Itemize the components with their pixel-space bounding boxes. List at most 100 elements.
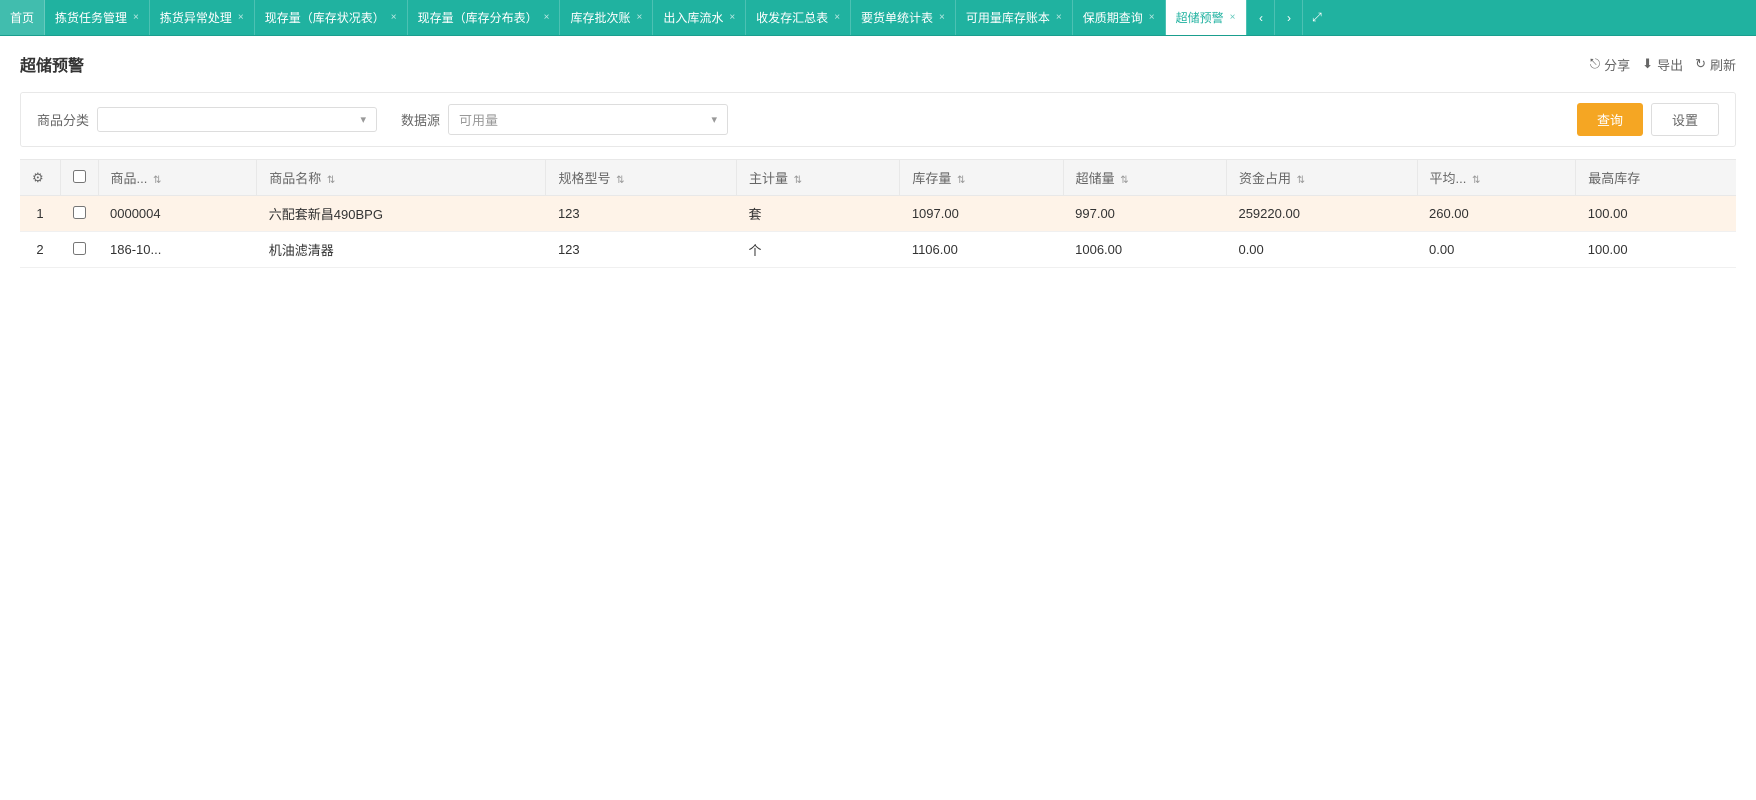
row-checkbox[interactable] [73, 206, 86, 219]
row-unit: 个 [736, 232, 899, 268]
close-icon[interactable]: × [729, 12, 735, 23]
row-overstock: 997.00 [1063, 196, 1226, 232]
close-icon[interactable]: × [1056, 12, 1062, 23]
col-product-name-label: 商品名称 [269, 171, 321, 186]
export-label: 导出 [1657, 55, 1683, 74]
nav-tab-home[interactable]: 首页 [0, 0, 45, 35]
nav-tab-order-stat[interactable]: 要货单统计表 × [851, 0, 956, 35]
sort-icon: ⇅ [957, 175, 965, 186]
nav-tab-task-mgmt[interactable]: 拣货任务管理 × [45, 0, 150, 35]
nav-tab-quality-label: 保质期查询 [1083, 9, 1143, 26]
col-checkbox-header[interactable] [60, 160, 98, 196]
nav-arrow-left[interactable]: ‹ [1246, 0, 1274, 35]
row-capital: 0.00 [1226, 232, 1417, 268]
nav-tab-available-label: 可用量库存账本 [966, 9, 1050, 26]
close-icon[interactable]: × [939, 12, 945, 23]
export-icon: ⬇ [1642, 56, 1653, 72]
col-product-name[interactable]: 商品名称 ⇅ [257, 160, 546, 196]
page-container: 超储预警 ⎋ 分享 ⬇ 导出 ↻ 刷新 商品分类 ▾ 数据源 [0, 36, 1756, 800]
sort-icon: ⇅ [616, 175, 624, 186]
category-label: 商品分类 [37, 110, 89, 129]
share-label: 分享 [1604, 55, 1630, 74]
col-max-stock-label: 最高库存 [1588, 171, 1640, 186]
row-stock: 1097.00 [900, 196, 1063, 232]
page-title: 超储预警 [20, 52, 84, 76]
row-checkbox[interactable] [73, 242, 86, 255]
nav-tab-available[interactable]: 可用量库存账本 × [956, 0, 1073, 35]
row-unit: 套 [736, 196, 899, 232]
close-icon[interactable]: × [544, 12, 550, 23]
nav-tab-collect-label: 收发存汇总表 [756, 9, 828, 26]
col-max-stock[interactable]: 最高库存 [1576, 160, 1736, 196]
nav-tab-quality[interactable]: 保质期查询 × [1073, 0, 1166, 35]
row-capital: 259220.00 [1226, 196, 1417, 232]
col-product-code-label: 商品... [111, 171, 148, 186]
nav-arrow-expand[interactable]: ⤢ [1302, 0, 1330, 35]
share-button[interactable]: ⎋ 分享 [1590, 55, 1630, 74]
nav-tab-overstock[interactable]: 超储预警 × [1166, 0, 1247, 35]
row-product-code: 186-10... [98, 232, 257, 268]
col-capital[interactable]: 资金占用 ⇅ [1226, 160, 1417, 196]
close-icon[interactable]: × [238, 12, 244, 23]
close-icon[interactable]: × [1230, 12, 1236, 23]
col-spec[interactable]: 规格型号 ⇅ [546, 160, 737, 196]
row-spec: 123 [546, 232, 737, 268]
category-select[interactable]: ▾ [97, 107, 377, 132]
col-stock[interactable]: 库存量 ⇅ [900, 160, 1063, 196]
col-overstock-label: 超储量 [1076, 171, 1115, 186]
nav-tab-stock-dist[interactable]: 现存量（库存分布表） × [408, 0, 561, 35]
top-nav: 首页 拣货任务管理 × 拣货异常处理 × 现存量（库存状况表） × 现存量（库存… [0, 0, 1756, 36]
close-icon[interactable]: × [1149, 12, 1155, 23]
refresh-label: 刷新 [1710, 55, 1736, 74]
col-capital-label: 资金占用 [1239, 171, 1291, 186]
close-icon[interactable]: × [636, 12, 642, 23]
row-max-stock: 100.00 [1576, 196, 1736, 232]
col-avg-label: 平均... [1430, 171, 1467, 186]
sort-icon: ⇅ [153, 175, 161, 186]
sort-icon: ⇅ [1472, 175, 1480, 186]
table-row: 1 0000004 六配套新昌490BPG 123 套 1097.00 997.… [20, 196, 1736, 232]
filter-datasource: 数据源 可用量 ▾ [401, 104, 728, 135]
data-table: ⚙ 商品... ⇅ 商品名称 ⇅ 规格型号 ⇅ 主计量 [20, 159, 1736, 268]
row-checkbox-cell[interactable] [60, 196, 98, 232]
table-row: 2 186-10... 机油滤清器 123 个 1106.00 1006.00 … [20, 232, 1736, 268]
nav-tab-abnormal-label: 拣货异常处理 [160, 9, 232, 26]
nav-tab-collect[interactable]: 收发存汇总表 × [746, 0, 851, 35]
gear-icon: ⚙ [32, 170, 44, 185]
share-icon: ⎋ [1590, 56, 1600, 72]
close-icon[interactable]: × [133, 12, 139, 23]
row-product-name: 机油滤清器 [257, 232, 546, 268]
row-max-stock: 100.00 [1576, 232, 1736, 268]
nav-arrow-right[interactable]: › [1274, 0, 1302, 35]
nav-tab-stock-dist-label: 现存量（库存分布表） [418, 9, 538, 26]
export-button[interactable]: ⬇ 导出 [1642, 55, 1683, 74]
table-header-row: ⚙ 商品... ⇅ 商品名称 ⇅ 规格型号 ⇅ 主计量 [20, 160, 1736, 196]
filter-actions: 查询 设置 [1577, 103, 1719, 136]
col-unit[interactable]: 主计量 ⇅ [736, 160, 899, 196]
datasource-select[interactable]: 可用量 ▾ [448, 104, 728, 135]
nav-tab-abnormal[interactable]: 拣货异常处理 × [150, 0, 255, 35]
close-icon[interactable]: × [834, 12, 840, 23]
nav-tab-stock-status-label: 现存量（库存状况表） [265, 9, 385, 26]
settings-button[interactable]: 设置 [1651, 103, 1719, 136]
col-product-code[interactable]: 商品... ⇅ [98, 160, 257, 196]
query-button[interactable]: 查询 [1577, 103, 1643, 136]
col-overstock[interactable]: 超储量 ⇅ [1063, 160, 1226, 196]
row-spec: 123 [546, 196, 737, 232]
select-all-checkbox[interactable] [73, 170, 86, 183]
row-number: 1 [20, 196, 60, 232]
row-number: 2 [20, 232, 60, 268]
chevron-down-icon-2: ▾ [712, 113, 718, 126]
nav-tab-inout-flow[interactable]: 出入库流水 × [653, 0, 746, 35]
row-checkbox-cell[interactable] [60, 232, 98, 268]
nav-tab-batch[interactable]: 库存批次账 × [560, 0, 653, 35]
nav-tab-stock-status[interactable]: 现存量（库存状况表） × [255, 0, 408, 35]
nav-tab-order-stat-label: 要货单统计表 [861, 9, 933, 26]
page-header: 超储预警 ⎋ 分享 ⬇ 导出 ↻ 刷新 [20, 52, 1736, 76]
refresh-button[interactable]: ↻ 刷新 [1695, 55, 1736, 74]
col-gear[interactable]: ⚙ [20, 160, 60, 196]
datasource-label: 数据源 [401, 110, 440, 129]
col-avg[interactable]: 平均... ⇅ [1417, 160, 1576, 196]
close-icon[interactable]: × [391, 12, 397, 23]
sort-icon: ⇅ [327, 175, 335, 186]
